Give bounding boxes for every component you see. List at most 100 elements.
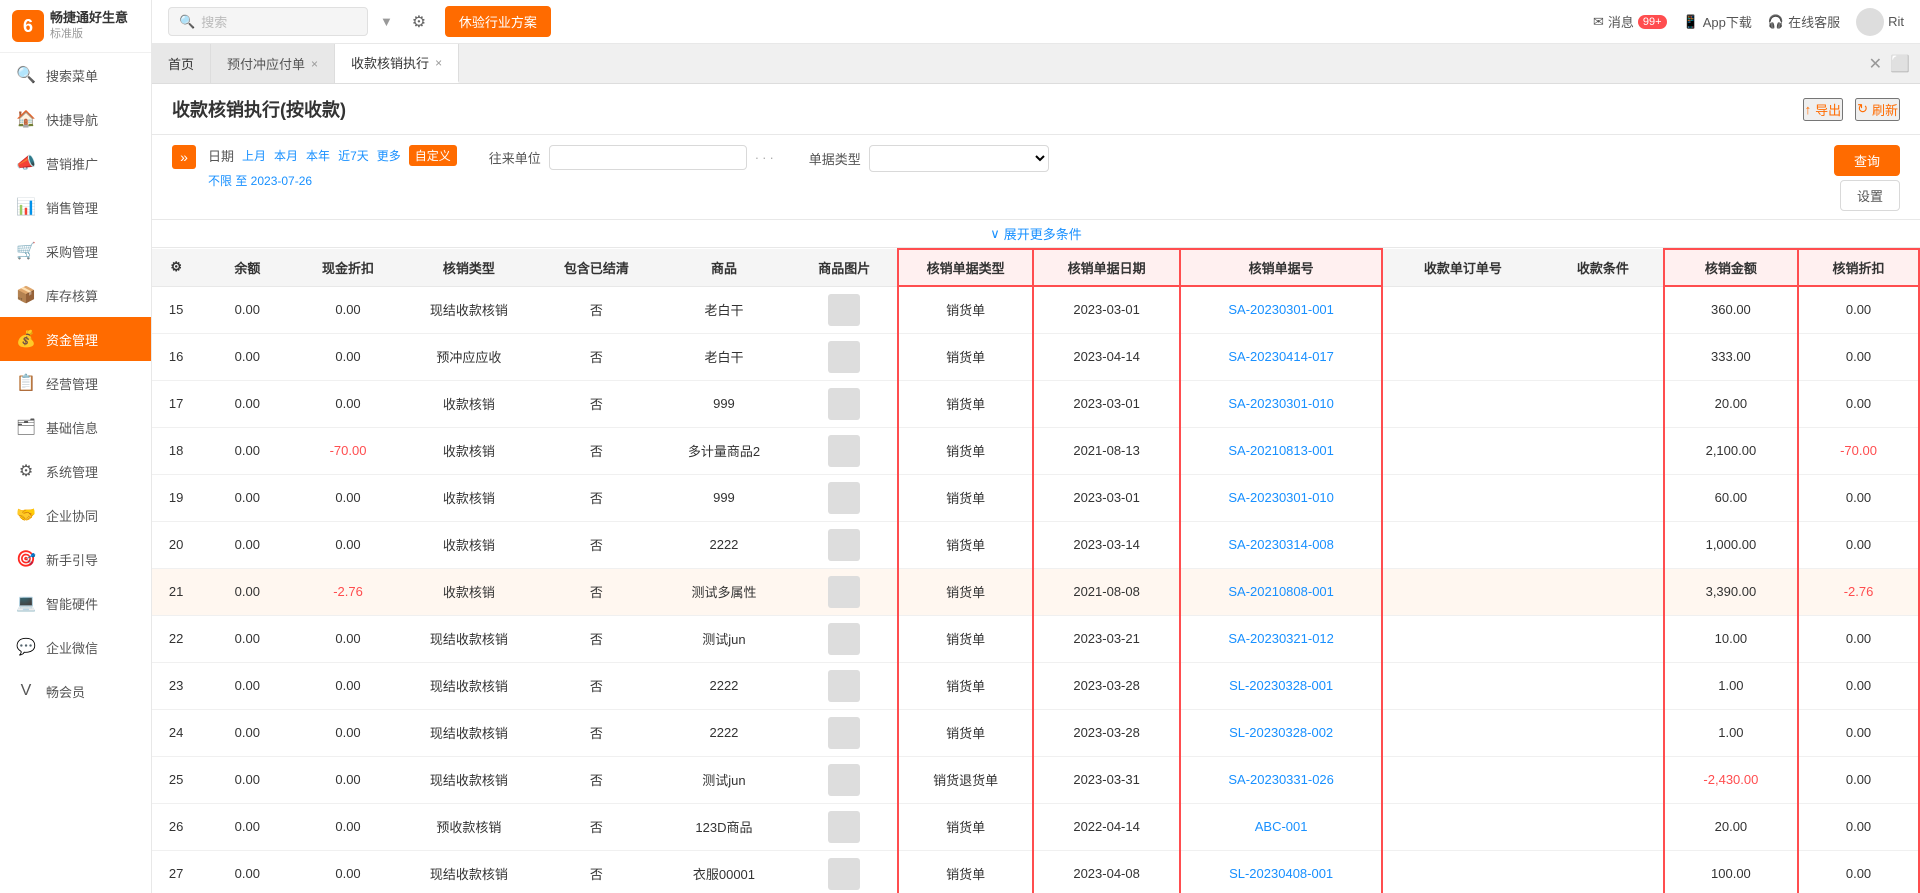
row-num: 19 [152, 474, 200, 521]
sidebar-item-wechat[interactable]: 💬企业微信 [0, 625, 151, 669]
row-cancel-bill-no[interactable]: SA-20230314-008 [1180, 521, 1381, 568]
app-download-item[interactable]: 📱 App下载 [1683, 12, 1752, 31]
sidebar-item-hardware[interactable]: 💻智能硬件 [0, 581, 151, 625]
export-button[interactable]: ↑ 导出 [1803, 98, 1844, 121]
row-num: 16 [152, 333, 200, 380]
sidebar-item-inventory[interactable]: 📦库存核算 [0, 273, 151, 317]
row-cancel-discount: 0.00 [1798, 521, 1919, 568]
sidebar-label-basic: 基础信息 [46, 418, 98, 437]
sidebar-item-operation[interactable]: 📋经营管理 [0, 361, 151, 405]
last7days-link[interactable]: 近7天 [338, 147, 369, 164]
row-receipt-condition [1543, 662, 1664, 709]
table-row[interactable]: 25 0.00 0.00 现结收款核销 否 测试jun 销货退货单 2023-0… [152, 756, 1919, 803]
online-service-item[interactable]: 🎧 在线客服 [1768, 12, 1840, 31]
sidebar-item-system[interactable]: ⚙系统管理 [0, 449, 151, 493]
partner-group: 往来单位 ··· [489, 145, 777, 170]
table-row[interactable]: 15 0.00 0.00 现结收款核销 否 老白干 销货单 2023-03-01… [152, 286, 1919, 333]
row-cancel-bill-no[interactable]: SL-20230328-002 [1180, 709, 1381, 756]
last-month-link[interactable]: 上月 [242, 147, 266, 164]
tab-prepay-close[interactable]: × [311, 57, 318, 71]
message-item[interactable]: ✉ 消息 99+ [1593, 12, 1667, 31]
row-cancel-bill-no[interactable]: SA-20230301-001 [1180, 286, 1381, 333]
more-link[interactable]: 更多 [377, 147, 401, 164]
partner-input[interactable] [549, 145, 747, 170]
table-row[interactable]: 22 0.00 0.00 现结收款核销 否 测试jun 销货单 2023-03-… [152, 615, 1919, 662]
table-row[interactable]: 21 0.00 -2.76 收款核销 否 测试多属性 销货单 2021-08-0… [152, 568, 1919, 615]
row-include-settled: 否 [536, 662, 657, 709]
maximize-icon[interactable]: ⬜ [1890, 54, 1910, 74]
sidebar-item-quicknav[interactable]: 🏠快捷导航 [0, 97, 151, 141]
row-cancel-bill-no[interactable]: SA-20230301-010 [1180, 474, 1381, 521]
sidebar-item-finance[interactable]: 💰资金管理 [0, 317, 151, 361]
table-row[interactable]: 24 0.00 0.00 现结收款核销 否 2222 销货单 2023-03-2… [152, 709, 1919, 756]
tab-home[interactable]: 首页 [152, 44, 211, 83]
row-balance: 0.00 [200, 427, 294, 474]
row-cancel-type: 预冲应应收 [402, 333, 536, 380]
single-type-label: 单据类型 [809, 149, 861, 168]
query-button[interactable]: 查询 [1834, 145, 1900, 176]
refresh-button[interactable]: ↻ 刷新 [1855, 98, 1900, 121]
this-month-link[interactable]: 本月 [274, 147, 298, 164]
table-row[interactable]: 23 0.00 0.00 现结收款核销 否 2222 销货单 2023-03-2… [152, 662, 1919, 709]
setting-button[interactable]: 设置 [1840, 180, 1900, 211]
row-cancel-amount: 1.00 [1664, 709, 1798, 756]
sidebar-item-marketing[interactable]: 📣营销推广 [0, 141, 151, 185]
row-cancel-bill-no[interactable]: SA-20230301-010 [1180, 380, 1381, 427]
table-row[interactable]: 16 0.00 0.00 预冲应应收 否 老白干 销货单 2023-04-14 … [152, 333, 1919, 380]
table-row[interactable]: 18 0.00 -70.00 收款核销 否 多计量商品2 销货单 2021-08… [152, 427, 1919, 474]
row-receipt-condition [1543, 615, 1664, 662]
row-num: 18 [152, 427, 200, 474]
custom-link[interactable]: 自定义 [409, 145, 457, 166]
row-cancel-type: 收款核销 [402, 568, 536, 615]
search-icon: 🔍 [179, 14, 195, 30]
row-cancel-bill-no[interactable]: SA-20210813-001 [1180, 427, 1381, 474]
row-cancel-discount: 0.00 [1798, 286, 1919, 333]
search-dropdown-icon[interactable]: ▼ [380, 14, 393, 29]
row-num: 24 [152, 709, 200, 756]
close-tab-icon[interactable]: ✕ [1869, 54, 1882, 74]
search-box[interactable]: 🔍 搜索 [168, 7, 368, 36]
row-cancel-bill-date: 2023-03-21 [1033, 615, 1181, 662]
row-cancel-bill-no[interactable]: SA-20230331-026 [1180, 756, 1381, 803]
row-cancel-bill-no[interactable]: SA-20230414-017 [1180, 333, 1381, 380]
user-item[interactable]: Rit [1856, 8, 1904, 36]
sidebar-item-basic[interactable]: 🗂基础信息 [0, 405, 151, 449]
row-goods-image [791, 568, 898, 615]
row-cancel-bill-no[interactable]: ABC-001 [1180, 803, 1381, 850]
tab-collection[interactable]: 收款核销执行 × [335, 44, 459, 83]
row-cancel-bill-no[interactable]: SL-20230408-001 [1180, 850, 1381, 893]
filter-expand-button[interactable]: » [172, 145, 196, 169]
tab-collection-close[interactable]: × [435, 56, 442, 70]
tab-prepay[interactable]: 预付冲应付单 × [211, 44, 335, 83]
settings-icon[interactable]: ⚙ [405, 8, 433, 36]
row-cancel-bill-no[interactable]: SA-20230321-012 [1180, 615, 1381, 662]
row-cancel-bill-no[interactable]: SL-20230328-001 [1180, 662, 1381, 709]
sidebar-item-guide[interactable]: 🎯新手引导 [0, 537, 151, 581]
row-include-settled: 否 [536, 615, 657, 662]
sidebar-item-member[interactable]: V畅会员 [0, 669, 151, 713]
row-cancel-bill-no[interactable]: SA-20210808-001 [1180, 568, 1381, 615]
table-row[interactable]: 26 0.00 0.00 预收款核销 否 123D商品 销货单 2022-04-… [152, 803, 1919, 850]
col-cancel-bill-no: 核销单据号 [1180, 249, 1381, 286]
online-service-label: 在线客服 [1788, 12, 1840, 31]
table-row[interactable]: 17 0.00 0.00 收款核销 否 999 销货单 2023-03-01 S… [152, 380, 1919, 427]
row-goods: 衣服00001 [657, 850, 791, 893]
sidebar-item-corp[interactable]: 🤝企业协同 [0, 493, 151, 537]
sidebar-item-search[interactable]: 🔍搜索菜单 [0, 53, 151, 97]
row-cancel-bill-type: 销货单 [898, 568, 1032, 615]
table-row[interactable]: 27 0.00 0.00 现结收款核销 否 衣服00001 销货单 2023-0… [152, 850, 1919, 893]
row-receipt-order-no [1382, 803, 1543, 850]
table-row[interactable]: 20 0.00 0.00 收款核销 否 2222 销货单 2023-03-14 … [152, 521, 1919, 568]
single-type-select[interactable] [869, 145, 1049, 172]
row-cancel-bill-date: 2022-04-14 [1033, 803, 1181, 850]
sidebar-item-sales[interactable]: 📊销售管理 [0, 185, 151, 229]
row-cancel-discount: 0.00 [1798, 662, 1919, 709]
row-num: 15 [152, 286, 200, 333]
expand-conditions-button[interactable]: ∨ 展开更多条件 [990, 224, 1082, 243]
this-year-link[interactable]: 本年 [306, 147, 330, 164]
table-row[interactable]: 19 0.00 0.00 收款核销 否 999 销货单 2023-03-01 S… [152, 474, 1919, 521]
message-label: 消息 [1608, 12, 1634, 31]
col-settings[interactable]: ⚙ [152, 249, 200, 286]
solution-button[interactable]: 休验行业方案 [445, 6, 551, 37]
sidebar-item-purchase[interactable]: 🛒采购管理 [0, 229, 151, 273]
